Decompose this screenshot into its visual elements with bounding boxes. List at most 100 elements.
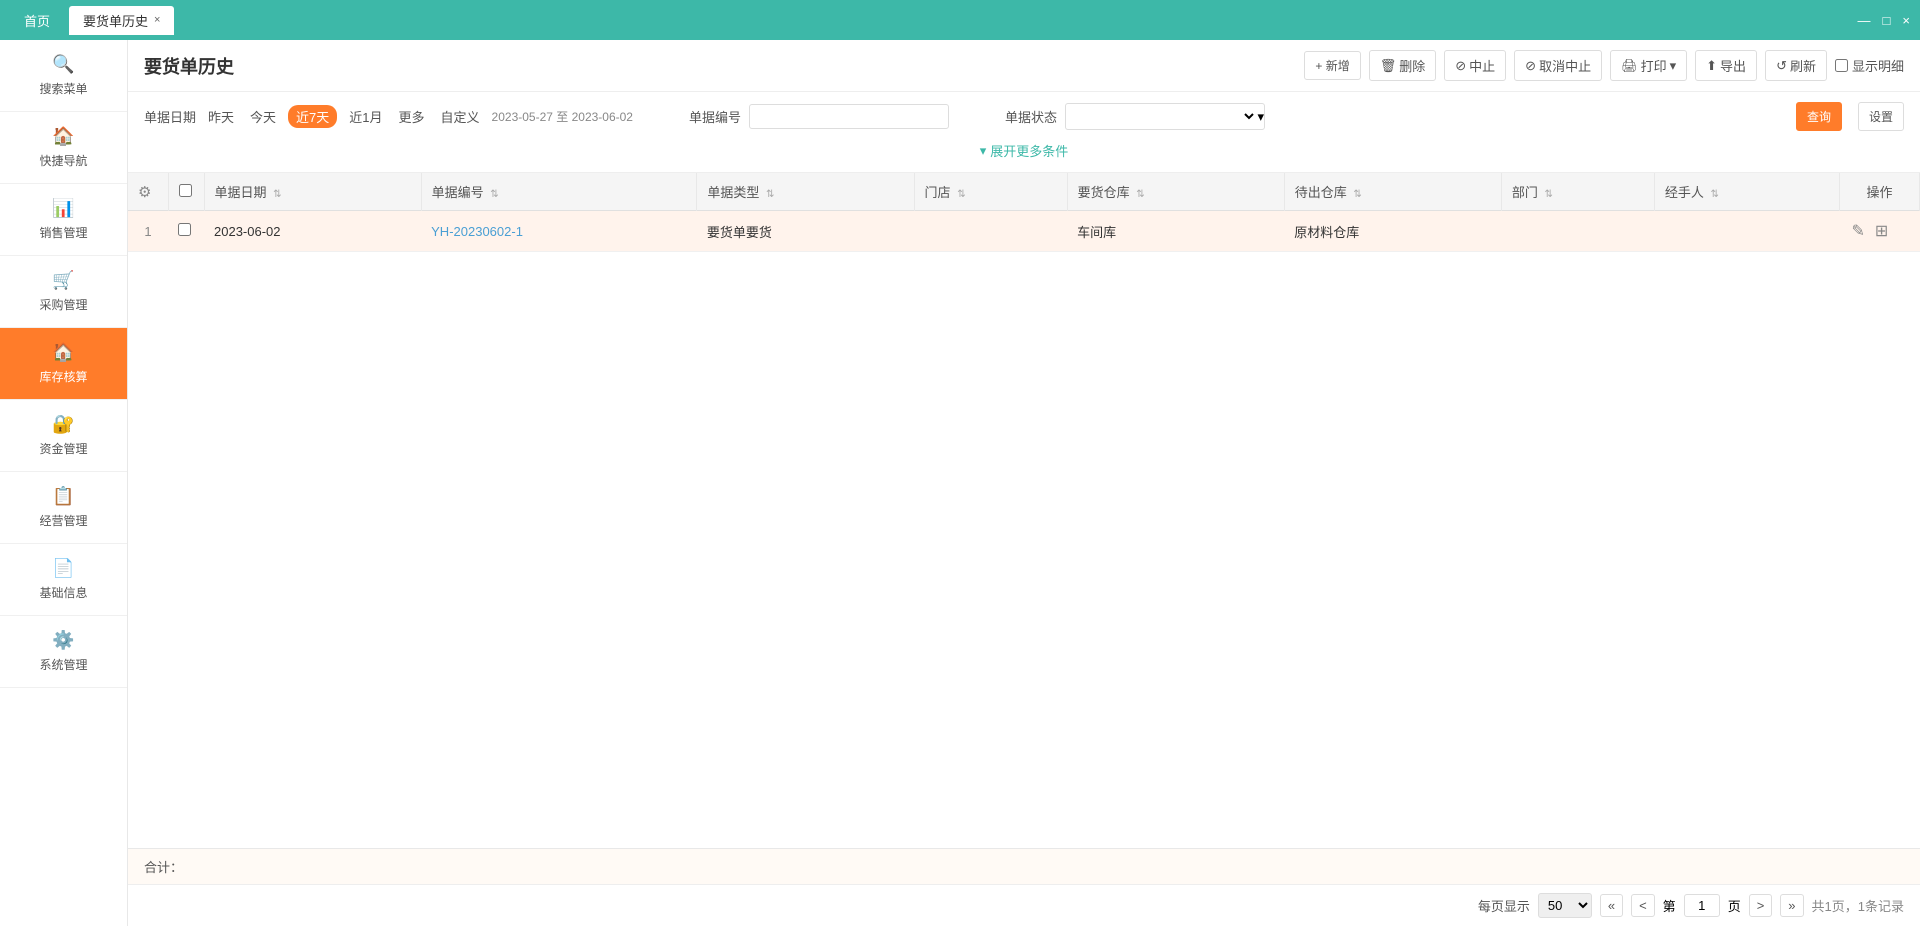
doc-num-filter-group: 单据编号 [689,104,949,129]
purchase-mgmt-icon: 🛒 [52,270,74,291]
maximize-btn[interactable]: □ [1883,13,1891,28]
sidebar-item-ops-mgmt[interactable]: 📋 经营管理 [0,472,127,544]
col-dept[interactable]: 部门 ⇅ [1501,173,1654,211]
col-store-sort-icon: ⇅ [957,189,965,200]
search-button[interactable]: 查询 [1796,102,1842,131]
stop-button[interactable]: ⊘ 中止 [1444,50,1506,81]
table-header-row: ⚙ 单据日期 ⇅ 单据编号 ⇅ [128,173,1920,211]
sales-mgmt-icon: 📊 [52,198,74,219]
row-select-checkbox[interactable] [178,223,191,236]
col-req-warehouse[interactable]: 要货仓库 ⇅ [1067,173,1284,211]
status-chevron-icon: ▾ [1257,109,1264,125]
new-button[interactable]: + 新增 [1304,51,1360,80]
sidebar-item-ops-mgmt-label: 经营管理 [39,512,87,529]
date-opt-1month[interactable]: 近1月 [345,105,386,128]
doc-num-label: 单据编号 [689,107,741,126]
sidebar-item-finance-mgmt[interactable]: 🔐 资金管理 [0,400,127,472]
row-num: 1 [128,211,168,252]
sidebar-item-purchase-mgmt[interactable]: 🛒 采购管理 [0,256,127,328]
col-pending-warehouse[interactable]: 待出仓库 ⇅ [1284,173,1501,211]
date-opt-more[interactable]: 更多 [395,105,429,128]
col-doc-num-sort-icon: ⇅ [490,189,498,200]
sidebar-item-sales-mgmt-label: 销售管理 [39,224,87,241]
export-icon: ⬆ [1706,58,1717,74]
col-handler-label: 经手人 [1665,185,1704,200]
expand-label: 展开更多条件 [990,141,1068,160]
row-date: 2023-06-02 [204,211,421,252]
row-edit-btn[interactable]: ✎ [1850,219,1867,243]
basic-info-icon: 📄 [52,558,74,579]
col-store[interactable]: 门店 ⇅ [914,173,1067,211]
sidebar-item-sys-mgmt-label: 系统管理 [39,656,87,673]
col-doc-num[interactable]: 单据编号 ⇅ [421,173,697,211]
filter-row-1: 单据日期 昨天 今天 近7天 近1月 更多 自定义 2023-05-27 至 2… [144,102,1904,131]
settings-btn[interactable]: 设置 [1858,102,1904,131]
select-all-checkbox[interactable] [179,184,192,197]
sidebar-item-finance-mgmt-label: 资金管理 [39,440,87,457]
col-settings[interactable]: ⚙ [128,173,168,211]
doc-num-link[interactable]: YH-20230602-1 [431,224,523,239]
col-date-label: 单据日期 [215,185,267,200]
export-button[interactable]: ⬆ 导出 [1695,50,1757,81]
sidebar-item-purchase-mgmt-label: 采购管理 [39,296,87,313]
row-delete-btn[interactable]: ⊞ [1873,219,1890,243]
summary-label: 合计： [144,857,183,876]
refresh-label: 刷新 [1790,56,1816,75]
col-date[interactable]: 单据日期 ⇅ [204,173,421,211]
show-detail-toggle[interactable]: 显示明细 [1835,56,1904,75]
date-opt-custom[interactable]: 自定义 [437,105,484,128]
col-handler-sort-icon: ⇅ [1711,189,1719,200]
close-btn[interactable]: × [1902,13,1910,28]
col-pending-warehouse-label: 待出仓库 [1295,185,1347,200]
tab-home[interactable]: 首页 [10,6,64,35]
filter-area: 单据日期 昨天 今天 近7天 近1月 更多 自定义 2023-05-27 至 2… [128,92,1920,173]
expand-more-btn[interactable]: ▾ 展开更多条件 [144,139,1904,162]
next-page-btn[interactable]: > [1749,894,1773,917]
row-doc-num: YH-20230602-1 [421,211,697,252]
date-opt-yesterday[interactable]: 昨天 [204,105,238,128]
page-input[interactable] [1684,894,1720,917]
tab-active[interactable]: 要货单历史 × [69,6,174,35]
col-doc-type-sort-icon: ⇅ [766,189,774,200]
table-footer: 合计： [128,848,1920,884]
col-doc-type[interactable]: 单据类型 ⇅ [697,173,914,211]
delete-button[interactable]: 🗑 删除 [1369,50,1437,81]
date-opt-7days[interactable]: 近7天 [288,105,337,128]
status-select[interactable] [1066,104,1257,129]
col-handler[interactable]: 经手人 ⇅ [1654,173,1839,211]
row-checkbox[interactable] [168,211,204,252]
sidebar-item-search-menu[interactable]: 🔍 搜索菜单 [0,40,127,112]
last-page-btn[interactable]: » [1780,894,1803,917]
ops-mgmt-icon: 📋 [52,486,74,507]
sidebar-item-inventory-label: 库存核算 [39,368,87,385]
col-checkbox [168,173,204,211]
minimize-btn[interactable]: — [1858,13,1871,28]
date-filter-group: 单据日期 昨天 今天 近7天 近1月 更多 自定义 2023-05-27 至 2… [144,105,633,128]
col-dept-sort-icon: ⇅ [1544,189,1552,200]
print-button[interactable]: 🖨 打印 ▾ [1610,50,1687,81]
sidebar: 🔍 搜索菜单 🏠 快捷导航 📊 销售管理 🛒 采购管理 🏠 库存核算 🔐 资金管… [0,40,128,926]
sidebar-item-inventory[interactable]: 🏠 库存核算 [0,328,127,400]
sidebar-item-sys-mgmt[interactable]: ⚙️ 系统管理 [0,616,127,688]
sidebar-item-quick-nav[interactable]: 🏠 快捷导航 [0,112,127,184]
tab-close-icon[interactable]: × [154,14,160,26]
doc-num-input[interactable] [749,104,949,129]
date-opt-today[interactable]: 今天 [246,105,280,128]
page-header: 要货单历史 + 新增 🗑 删除 ⊘ 中止 ⊘ 取消中止 🖨 打印 ▾ ⬆ 导出 [128,40,1920,92]
row-handler [1654,211,1839,252]
first-page-btn[interactable]: « [1600,894,1623,917]
show-detail-checkbox[interactable] [1835,59,1848,72]
per-page-label: 每页显示 [1478,896,1530,915]
sidebar-item-basic-info[interactable]: 📄 基础信息 [0,544,127,616]
cancel-stop-button[interactable]: ⊘ 取消中止 [1514,50,1602,81]
refresh-button[interactable]: ↺ 刷新 [1765,50,1827,81]
prev-page-btn[interactable]: < [1631,894,1655,917]
col-req-warehouse-label: 要货仓库 [1078,185,1130,200]
row-store [914,211,1067,252]
goto-suffix: 页 [1728,896,1741,915]
sidebar-item-sales-mgmt[interactable]: 📊 销售管理 [0,184,127,256]
quick-nav-icon: 🏠 [52,126,74,147]
goto-label: 第 [1663,896,1676,915]
table-settings-icon[interactable]: ⚙ [138,184,151,201]
per-page-select[interactable]: 10 20 50 100 [1538,893,1592,918]
